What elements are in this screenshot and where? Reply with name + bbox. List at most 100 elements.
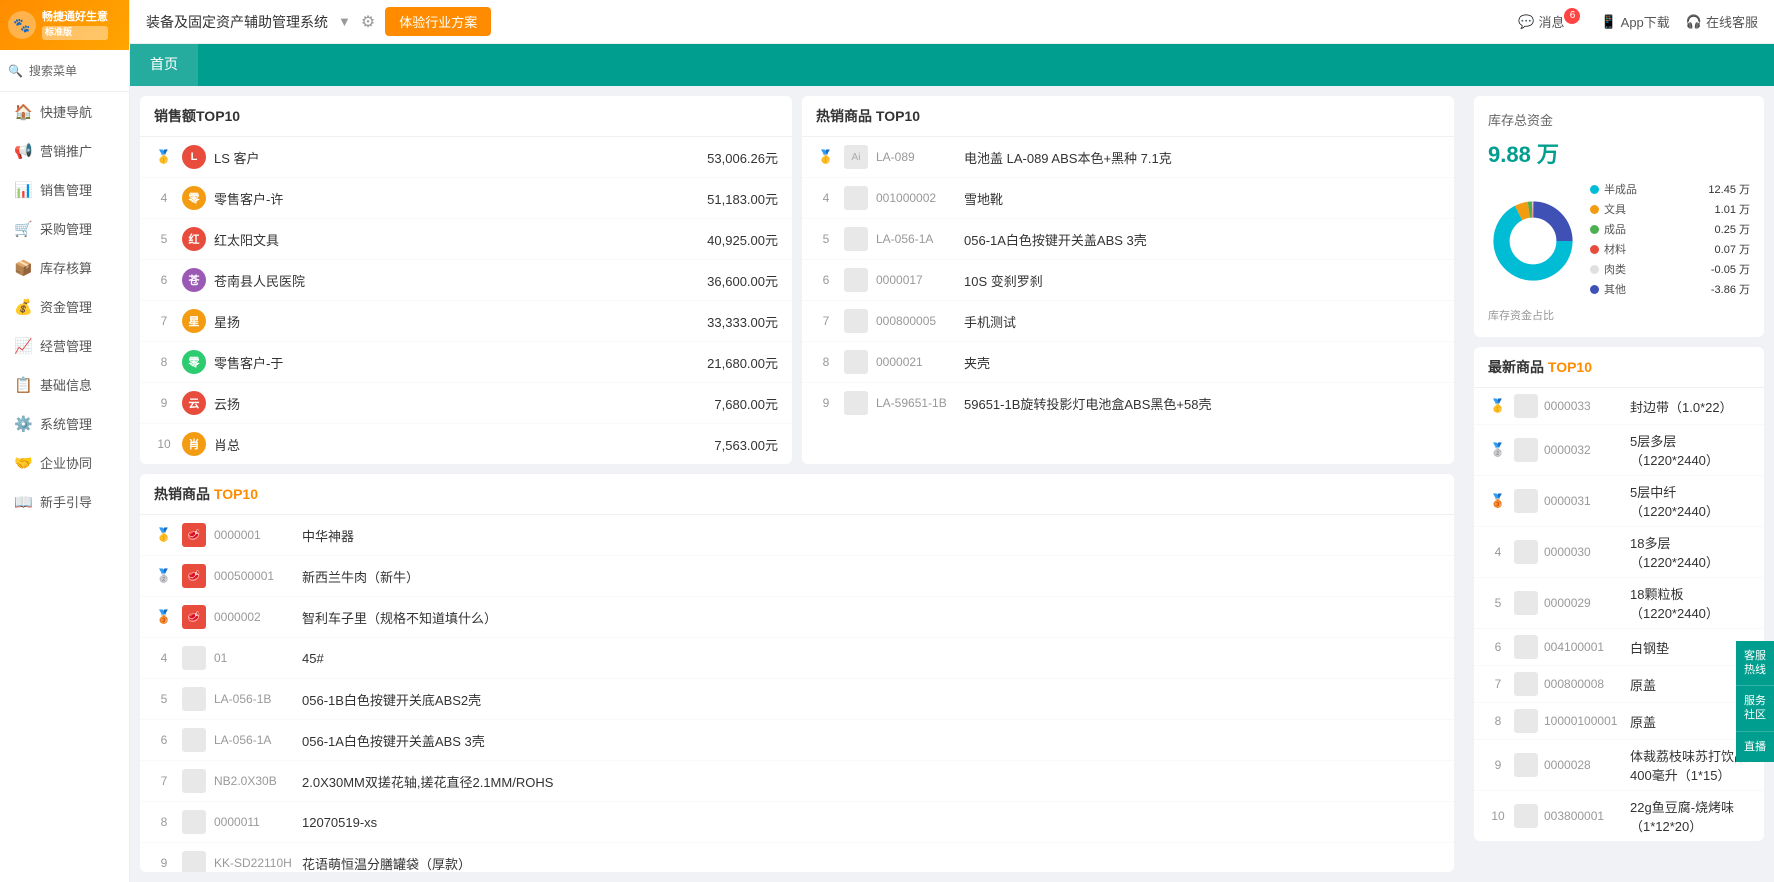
list-item: 7 000800005 手机测试 (802, 301, 1454, 342)
purchase-icon: 🛒 (14, 220, 32, 238)
list-item: 4 0000030 18多层（1220*2440） (1474, 527, 1764, 578)
list-item: 7 000800008 原盖 (1474, 666, 1764, 703)
legend-dot (1590, 245, 1599, 254)
legend-item: 肉类 -0.05 万 (1590, 261, 1750, 277)
sidebar-item-sales[interactable]: 📊 销售管理 (0, 170, 129, 209)
float-buttons: 客服 热线 服务 社区 直播 (1736, 641, 1774, 762)
product-image (182, 810, 206, 834)
list-item: 6 0000017 10S 变刹罗刹 (802, 260, 1454, 301)
product-image (1514, 540, 1538, 564)
product-image: 🥩 (182, 523, 206, 547)
medal-icon: 🥉 (154, 609, 174, 625)
avatar: L (182, 145, 206, 169)
product-image (182, 646, 206, 670)
sidebar-nav: 🏠 快捷导航 📢 营销推广 📊 销售管理 🛒 采购管理 📦 库存核算 💰 资金管… (0, 92, 129, 882)
list-item: 9 KK-SD22110H 花语萌恒温分膳罐袋（厚款） (140, 843, 1454, 872)
list-item: 4 零 零售客户-许 51,183.00元 (140, 178, 792, 219)
sidebar-item-marketing[interactable]: 📢 营销推广 (0, 131, 129, 170)
dropdown-icon[interactable]: ▼ (338, 14, 351, 29)
inventory-total: 9.88 万 (1488, 137, 1750, 169)
product-image (1514, 394, 1538, 418)
float-btn-hotline[interactable]: 客服 热线 (1736, 641, 1774, 687)
sidebar-item-management[interactable]: 📈 经营管理 (0, 326, 129, 365)
legend-dot (1590, 225, 1599, 234)
float-btn-live[interactable]: 直播 (1736, 732, 1774, 762)
avatar: 星 (182, 309, 206, 333)
tab-bar: 首页 (130, 44, 1774, 86)
inventory-icon: 📦 (14, 259, 32, 277)
trial-button[interactable]: 体验行业方案 (385, 7, 491, 36)
list-item: 6 LA-056-1A 056-1A白色按键开关盖ABS 3壳 (140, 720, 1454, 761)
product-image: 🥩 (182, 605, 206, 629)
legend-dot (1590, 185, 1599, 194)
avatar: 零 (182, 186, 206, 210)
avatar: 肖 (182, 432, 206, 456)
sidebar-item-inventory[interactable]: 📦 库存核算 (0, 248, 129, 287)
tab-home[interactable]: 首页 (130, 44, 198, 86)
legend-dot (1590, 285, 1599, 294)
top-customers-title: 销售额TOP10 (154, 106, 240, 126)
product-image (844, 186, 868, 210)
sidebar-item-guide[interactable]: 📖 新手引导 (0, 482, 129, 521)
newest-products-title: 最新商品 TOP10 (1488, 357, 1592, 377)
product-image (844, 227, 868, 251)
product-image (844, 391, 868, 415)
list-item: 7 星 星扬 33,333.00元 (140, 301, 792, 342)
medal-icon: 🥇 (154, 527, 174, 543)
product-image (182, 851, 206, 872)
sidebar-item-system[interactable]: ⚙️ 系统管理 (0, 404, 129, 443)
avatar: 红 (182, 227, 206, 251)
sidebar: 🐾 畅捷通好生意 标准版 🔍 搜索菜单 🏠 快捷导航 📢 营销推广 📊 销售管理… (0, 0, 130, 882)
list-item: 🥉 0000031 5层中纤（1220*2440） (1474, 476, 1764, 527)
product-image (182, 728, 206, 752)
list-item: 🥉 🥩 0000002 智利车子里（规格不知道填什么） (140, 597, 1454, 638)
search-menu-button[interactable]: 🔍 搜索菜单 (8, 58, 121, 83)
sidebar-item-cooperation[interactable]: 🤝 企业协同 (0, 443, 129, 482)
sidebar-item-home[interactable]: 🏠 快捷导航 (0, 92, 129, 131)
list-item: 4 001000002 雪地靴 (802, 178, 1454, 219)
sidebar-item-finance[interactable]: 💰 资金管理 (0, 287, 129, 326)
top-row: 销售额TOP10 🥇 L LS 客户 53,006.26元 4 零 零售客户-许 (140, 96, 1454, 464)
list-item: 8 零 零售客户-于 21,680.00元 (140, 342, 792, 383)
list-item: 🥇 🥩 0000001 中华神器 (140, 515, 1454, 556)
list-item: 6 苍 苍南县人民医院 36,600.00元 (140, 260, 792, 301)
settings-icon[interactable]: ⚙ (361, 12, 375, 32)
online-service-button[interactable]: 🎧 在线客服 (1686, 12, 1758, 31)
finance-icon: 💰 (14, 298, 32, 316)
sales-icon: 📊 (14, 181, 32, 199)
top-sold-card: 热销商品 TOP10 🥇 Ai LA-089 电池盖 LA-089 ABS本色+… (802, 96, 1454, 464)
float-btn-community[interactable]: 服务 社区 (1736, 686, 1774, 732)
medal-icon: 🥈 (154, 568, 174, 584)
list-item: 🥈 🥩 000500001 新西兰牛肉（新牛） (140, 556, 1454, 597)
list-item: 5 LA-056-1B 056-1B白色按键开关底ABS2壳 (140, 679, 1454, 720)
top-customers-card: 销售额TOP10 🥇 L LS 客户 53,006.26元 4 零 零售客户-许 (140, 96, 792, 464)
hot-products-list: 🥇 🥩 0000001 中华神器 🥈 🥩 000500001 新西兰牛肉（新牛）… (140, 515, 1454, 872)
legend-item: 文具 1.01 万 (1590, 201, 1750, 217)
product-image (1514, 438, 1538, 462)
medal-icon: 🥇 (816, 149, 836, 165)
main-area: 装备及固定资产辅助管理系统 ▼ ⚙ 体验行业方案 💬 消息 6 📱 App下载 … (130, 0, 1774, 882)
product-image (182, 769, 206, 793)
avatar: 苍 (182, 268, 206, 292)
newest-products-list: 🥇 0000033 封边带（1.0*22） 🥈 0000032 5层多层（122… (1474, 388, 1764, 841)
medal-icon: 🥇 (1488, 398, 1508, 414)
list-item: 9 云 云扬 7,680.00元 (140, 383, 792, 424)
legend-item: 材料 0.07 万 (1590, 241, 1750, 257)
hot-products-card: 热销商品 TOP10 🥇 🥩 0000001 中华神器 🥈 🥩 00050000… (140, 474, 1454, 872)
logo-icon: 🐾 (8, 11, 36, 39)
list-item: 8 10000100001 原盖 (1474, 703, 1764, 740)
medal-icon: 🥇 (154, 149, 174, 165)
app-download-button[interactable]: 📱 App下载 (1600, 12, 1669, 31)
middle-panel: 销售额TOP10 🥇 L LS 客户 53,006.26元 4 零 零售客户-许 (130, 86, 1464, 882)
sidebar-item-purchase[interactable]: 🛒 采购管理 (0, 209, 129, 248)
product-image (1514, 804, 1538, 828)
list-item: 10 肖 肖总 7,563.00元 (140, 424, 792, 464)
messages-button[interactable]: 💬 消息 6 (1518, 12, 1584, 31)
donut-chart (1488, 196, 1578, 286)
list-item: 6 004100001 白钢垫 (1474, 629, 1764, 666)
legend-dot (1590, 205, 1599, 214)
system-icon: ⚙️ (14, 415, 32, 433)
newest-products-card: 最新商品 TOP10 🥇 0000033 封边带（1.0*22） 🥈 00000… (1474, 347, 1764, 841)
product-image (182, 687, 206, 711)
sidebar-item-basic-info[interactable]: 📋 基础信息 (0, 365, 129, 404)
